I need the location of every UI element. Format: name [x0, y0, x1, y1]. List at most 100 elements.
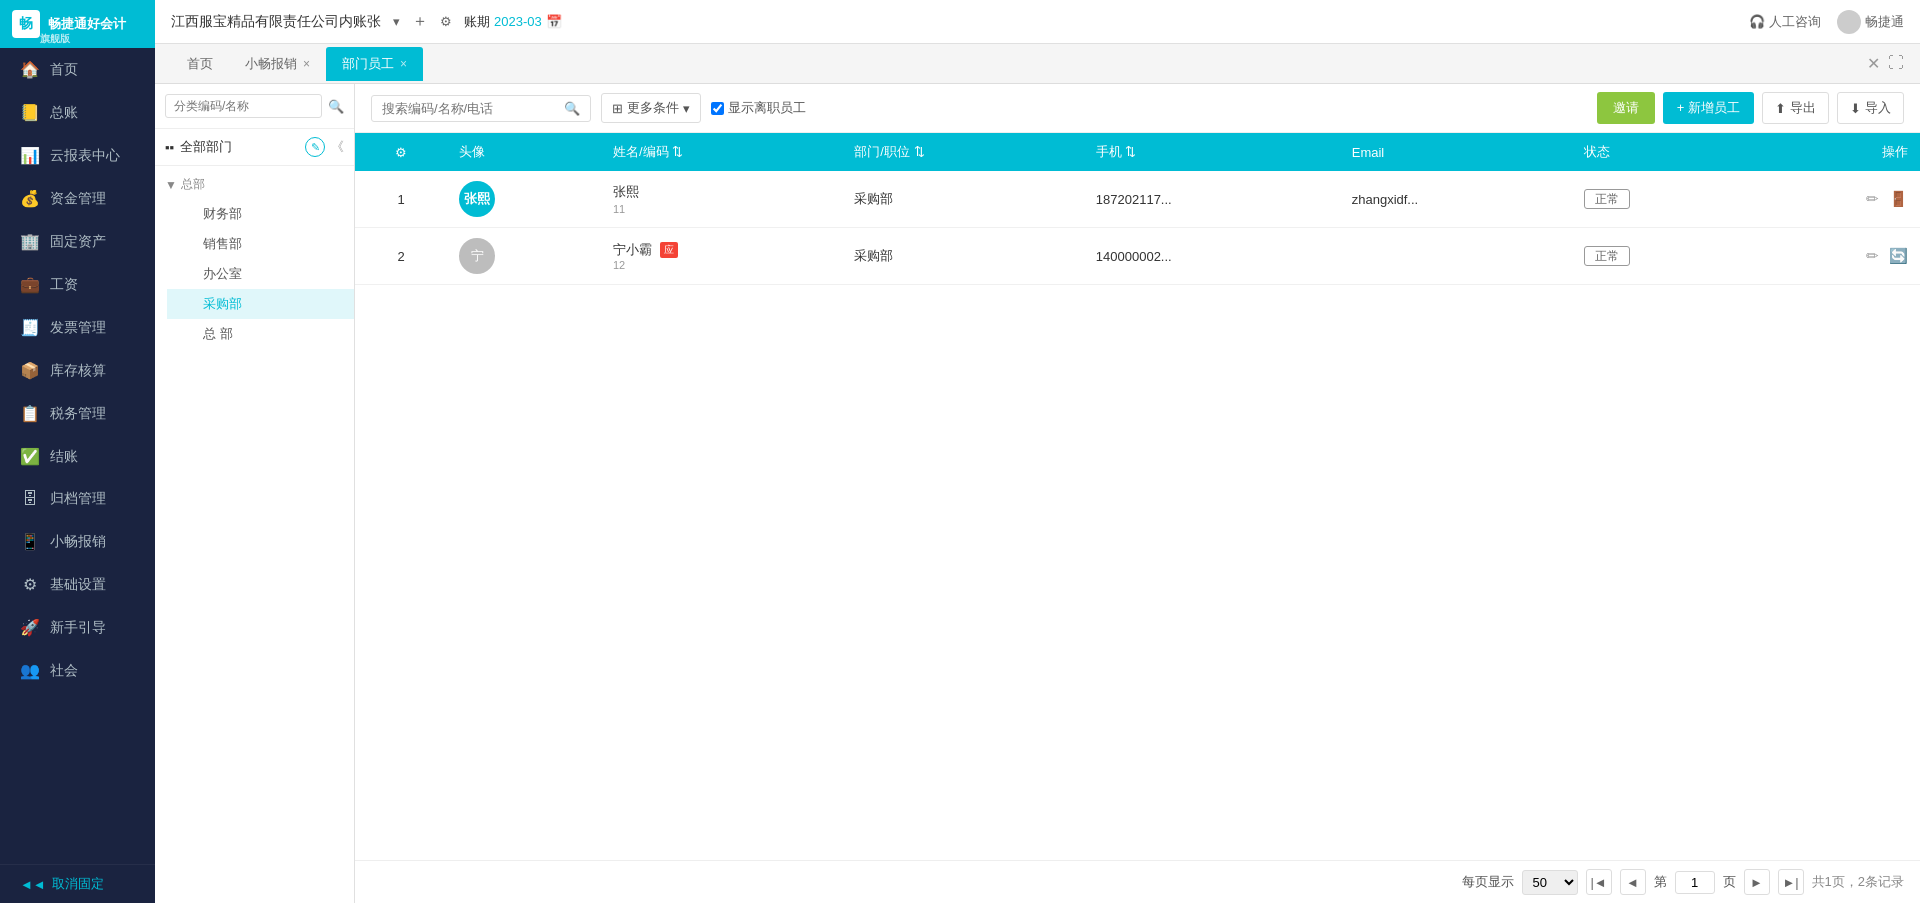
sidebar-item-invoices[interactable]: 🧾 发票管理 [0, 306, 155, 349]
left-arrow-icon: ◄◄ [20, 877, 46, 892]
sidebar-item-label: 总账 [50, 104, 78, 122]
tab-expense-close[interactable]: × [303, 57, 310, 71]
sidebar-item-funds[interactable]: 💰 资金管理 [0, 177, 155, 220]
dept-search-input[interactable] [165, 94, 322, 118]
dept-header: ▪▪ 全部部门 ✎ 《 [155, 129, 354, 166]
filter-button[interactable]: ⊞ 更多条件 ▾ [601, 93, 701, 123]
user-button[interactable]: 畅捷通 [1837, 10, 1904, 34]
guide-icon: 🚀 [20, 618, 40, 637]
col-phone[interactable]: 手机 ⇅ [1084, 133, 1340, 171]
sidebar-item-tax[interactable]: 📋 税务管理 [0, 392, 155, 435]
first-page-button[interactable]: |◄ [1586, 869, 1612, 895]
service-button[interactable]: 🎧 人工咨询 [1749, 13, 1821, 31]
sidebar-item-guide[interactable]: 🚀 新手引导 [0, 606, 155, 649]
content-area: 🔍 ▪▪ 全部部门 ✎ 《 ▼ 总部 财务部 [155, 84, 1920, 903]
col-dept[interactable]: 部门/职位 ⇅ [842, 133, 1083, 171]
table-body: 1 张熙 张熙 11 采购部 187202117.. [355, 171, 1920, 285]
emp-search-input[interactable] [382, 101, 558, 116]
sidebar-item-social[interactable]: 👥 社会 [0, 649, 155, 692]
sidebar-item-label: 基础设置 [50, 576, 106, 594]
sidebar-item-inventory[interactable]: 📦 库存核算 [0, 349, 155, 392]
dept-item-office[interactable]: 办公室 [167, 259, 354, 289]
calendar-icon[interactable]: 📅 [546, 14, 562, 29]
sidebar-item-ledger[interactable]: 📒 总账 [0, 91, 155, 134]
show-resigned-checkbox[interactable]: 显示离职员工 [711, 99, 806, 117]
col-settings[interactable]: ⚙ [355, 133, 447, 171]
topbar-settings-icon[interactable]: ⚙ [440, 14, 452, 29]
invite-button[interactable]: 邀请 [1597, 92, 1655, 124]
dept-purchase-label: 采购部 [203, 295, 242, 313]
per-page-select[interactable]: 50 20 100 [1522, 870, 1578, 895]
export-button[interactable]: ⬆ 导出 [1762, 92, 1829, 124]
dept-search-icon[interactable]: 🔍 [328, 99, 344, 114]
sidebar-item-label: 结账 [50, 448, 78, 466]
topbar-right: 🎧 人工咨询 畅捷通 [1749, 10, 1904, 34]
import-button[interactable]: ⬇ 导入 [1837, 92, 1904, 124]
filter-icon: ⊞ [612, 101, 623, 116]
emp-search-icon[interactable]: 🔍 [564, 101, 580, 116]
delete-button-1[interactable]: 🚪 [1889, 190, 1908, 208]
sidebar-item-home[interactable]: 🏠 首页 [0, 48, 155, 91]
page-suffix: 页 [1723, 873, 1736, 891]
sidebar-item-label: 首页 [50, 61, 78, 79]
tab-home[interactable]: 首页 [171, 47, 229, 81]
sidebar-item-payroll[interactable]: 💼 工资 [0, 263, 155, 306]
row1-phone: 187202117... [1084, 171, 1340, 228]
filter-chevron-icon: ▾ [683, 101, 690, 116]
tab-expense[interactable]: 小畅报销 × [229, 47, 326, 81]
collapse-icon[interactable]: 《 [331, 138, 344, 156]
sidebar-item-assets[interactable]: 🏢 固定资产 [0, 220, 155, 263]
dept-office-label: 办公室 [203, 265, 242, 283]
tab-dept-emp[interactable]: 部门员工 × [326, 47, 423, 81]
prev-page-button[interactable]: ◄ [1620, 869, 1646, 895]
add-employee-button[interactable]: + 新增员工 [1663, 92, 1754, 124]
row1-action-buttons: ✏ 🚪 [1763, 190, 1908, 208]
period-display: 账期 2023-03 📅 [464, 13, 562, 31]
current-page-input[interactable] [1675, 871, 1715, 894]
row2-actions: ✏ 🔄 [1751, 228, 1920, 285]
app-name: 畅捷通好会计 [48, 15, 126, 33]
dept-item-hq[interactable]: 总 部 [167, 319, 354, 349]
sidebar-item-settings[interactable]: ⚙ 基础设置 [0, 563, 155, 606]
tabs-bar: 首页 小畅报销 × 部门员工 × ✕ ⛶ [155, 44, 1920, 84]
headset-icon: 🎧 [1749, 14, 1765, 29]
dept-item-finance[interactable]: 财务部 [167, 199, 354, 229]
sidebar-item-archive[interactable]: 🗄 归档管理 [0, 478, 155, 520]
row2-email [1340, 228, 1572, 285]
sidebar-item-reports[interactable]: 📊 云报表中心 [0, 134, 155, 177]
sidebar-item-label: 归档管理 [50, 490, 106, 508]
tab-close-window-icon[interactable]: ✕ [1867, 54, 1880, 73]
dept-hq-label: 总 部 [203, 325, 233, 343]
show-resigned-input[interactable] [711, 102, 724, 115]
emp2-tag: 应 [660, 242, 678, 258]
status-badge-2: 正常 [1584, 246, 1630, 266]
edit-dept-icon[interactable]: ✎ [305, 137, 325, 157]
avatar-ning: 宁 [459, 238, 495, 274]
dept-item-purchase[interactable]: 采购部 [167, 289, 354, 319]
col-name[interactable]: 姓名/编码 ⇅ [601, 133, 842, 171]
add-company-icon[interactable]: ＋ [412, 11, 428, 32]
refresh-button-2[interactable]: 🔄 [1889, 247, 1908, 265]
dept-item-sales[interactable]: 销售部 [167, 229, 354, 259]
collapse-arrow-icon: ▼ [165, 178, 177, 192]
period-value: 2023-03 [494, 14, 542, 29]
tab-expense-label: 小畅报销 [245, 55, 297, 73]
row2-dept: 采购部 [842, 228, 1083, 285]
company-dropdown-icon[interactable]: ▾ [393, 14, 400, 29]
next-page-button[interactable]: ► [1744, 869, 1770, 895]
tab-expand-icon[interactable]: ⛶ [1888, 54, 1904, 73]
sidebar-item-expense[interactable]: 📱 小畅报销 [0, 520, 155, 563]
row2-phone: 140000002... [1084, 228, 1340, 285]
tab-dept-close[interactable]: × [400, 57, 407, 71]
tax-icon: 📋 [20, 404, 40, 423]
row2-action-buttons: ✏ 🔄 [1763, 247, 1908, 265]
edit-button-1[interactable]: ✏ [1866, 190, 1879, 208]
last-page-button[interactable]: ►| [1778, 869, 1804, 895]
edit-button-2[interactable]: ✏ [1866, 247, 1879, 265]
service-label: 人工咨询 [1769, 13, 1821, 31]
row1-actions: ✏ 🚪 [1751, 171, 1920, 228]
sidebar-item-close[interactable]: ✅ 结账 [0, 435, 155, 478]
unpin-button[interactable]: ◄◄ 取消固定 [0, 864, 155, 903]
row1-name: 张熙 11 [601, 171, 842, 228]
row2-status: 正常 [1572, 228, 1751, 285]
